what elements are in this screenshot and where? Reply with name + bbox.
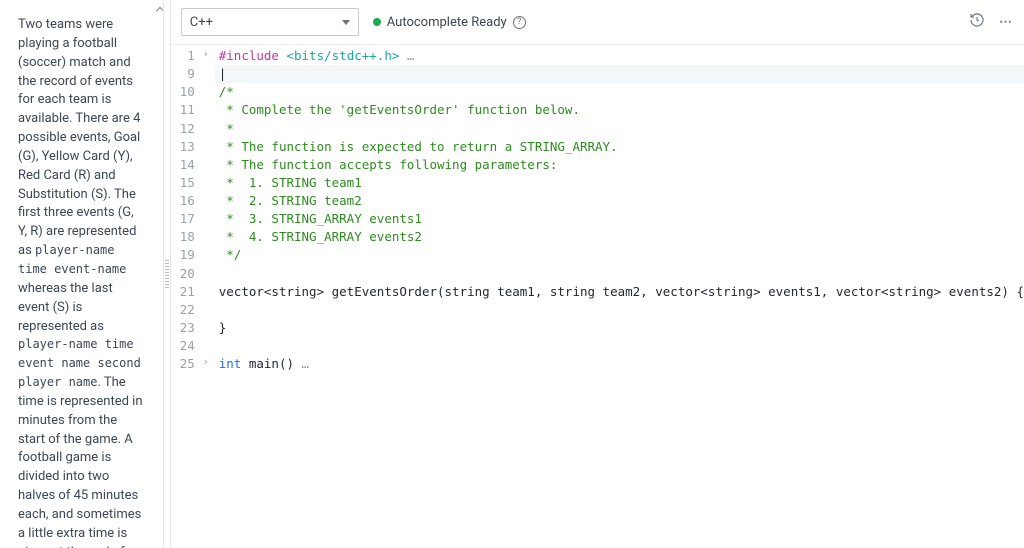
line-number: 13 — [171, 138, 203, 156]
code-content[interactable]: vector<string> getEventsOrder(string tea… — [215, 283, 1024, 301]
fold-toggle-icon — [203, 83, 215, 101]
code-line[interactable]: 25›int main() … — [171, 355, 1024, 373]
code-content[interactable]: */ — [215, 246, 1024, 264]
code-line[interactable]: 11 * Complete the 'getEventsOrder' funct… — [171, 101, 1024, 119]
line-number: 20 — [171, 265, 203, 283]
code-content[interactable]: /* — [215, 83, 1024, 101]
code-content[interactable]: * 2. STRING team2 — [215, 192, 1024, 210]
grip-icon — [165, 260, 169, 288]
code-content[interactable]: * 1. STRING team1 — [215, 174, 1024, 192]
fold-toggle-icon — [203, 319, 215, 337]
fold-toggle-icon — [203, 65, 215, 83]
line-number: 9 — [171, 65, 203, 83]
fold-toggle-icon — [203, 283, 215, 301]
autocomplete-status: Autocomplete Ready ? — [373, 15, 526, 30]
line-number: 17 — [171, 210, 203, 228]
code-content[interactable]: * 3. STRING_ARRAY events1 — [215, 210, 1024, 228]
code-content[interactable]: * The function accepts following paramet… — [215, 156, 1024, 174]
code-line[interactable]: 15 * 1. STRING team1 — [171, 174, 1024, 192]
editor-toolbar: C++ Autocomplete Ready ? ⋯ — [171, 0, 1024, 45]
status-text: Autocomplete Ready — [387, 15, 507, 30]
code-line[interactable]: 22 — [171, 301, 1024, 319]
line-number: 16 — [171, 192, 203, 210]
code-line[interactable]: 24 — [171, 337, 1024, 355]
code-line[interactable]: 1›#include <bits/stdc++.h> … — [171, 47, 1024, 65]
code-editor[interactable]: 1›#include <bits/stdc++.h> …9|10/*11 * C… — [171, 45, 1024, 548]
line-number: 15 — [171, 174, 203, 192]
line-number: 25 — [171, 355, 203, 373]
line-number: 18 — [171, 228, 203, 246]
code-line[interactable]: 12 * — [171, 120, 1024, 138]
line-number: 23 — [171, 319, 203, 337]
code-line[interactable]: 23} — [171, 319, 1024, 337]
line-number: 21 — [171, 283, 203, 301]
line-number: 22 — [171, 301, 203, 319]
code-content[interactable] — [215, 265, 1024, 283]
code-content[interactable]: * Complete the 'getEventsOrder' function… — [215, 101, 1024, 119]
fold-toggle-icon[interactable]: › — [203, 355, 215, 373]
fold-toggle-icon — [203, 228, 215, 246]
code-content[interactable]: #include <bits/stdc++.h> … — [215, 47, 1024, 65]
line-number: 1 — [171, 47, 203, 65]
fold-toggle-icon — [203, 138, 215, 156]
code-content[interactable]: * The function is expected to return a S… — [215, 138, 1024, 156]
code-content[interactable]: | — [215, 65, 1024, 83]
code-line[interactable]: 20 — [171, 265, 1024, 283]
fold-toggle-icon — [203, 301, 215, 319]
language-select-value: C++ — [190, 15, 213, 30]
code-line[interactable]: 14 * The function accepts following para… — [171, 156, 1024, 174]
problem-paragraph-1: Two teams were playing a football (socce… — [18, 16, 145, 548]
chevron-down-icon — [342, 20, 350, 25]
fold-toggle-icon — [203, 246, 215, 264]
code-line[interactable]: 13 * The function is expected to return … — [171, 138, 1024, 156]
text-cursor: | — [219, 66, 227, 81]
code-line[interactable]: 17 * 3. STRING_ARRAY events1 — [171, 210, 1024, 228]
code-line[interactable]: 9| — [171, 65, 1024, 83]
language-select[interactable]: C++ — [181, 8, 359, 36]
fold-toggle-icon — [203, 101, 215, 119]
line-number: 10 — [171, 83, 203, 101]
info-icon[interactable]: ? — [513, 16, 526, 29]
problem-description-panel: Two teams were playing a football (socce… — [0, 0, 163, 548]
fold-toggle-icon — [203, 210, 215, 228]
fold-toggle-icon — [203, 192, 215, 210]
fold-toggle-icon — [203, 337, 215, 355]
code-content[interactable]: * — [215, 120, 1024, 138]
code-line[interactable]: 21 vector<string> getEventsOrder(string t… — [171, 283, 1024, 301]
scroll-up-hint — [156, 7, 163, 15]
fold-toggle-icon — [203, 120, 215, 138]
fold-toggle-icon — [203, 265, 215, 283]
code-content[interactable] — [215, 301, 1024, 319]
code-line[interactable]: 18 * 4. STRING_ARRAY events2 — [171, 228, 1024, 246]
editor-panel: C++ Autocomplete Ready ? ⋯ 1›#include <b… — [170, 0, 1024, 548]
line-number: 14 — [171, 156, 203, 174]
status-dot-icon — [373, 18, 381, 26]
history-icon[interactable] — [969, 12, 985, 32]
code-line[interactable]: 16 * 2. STRING team2 — [171, 192, 1024, 210]
line-number: 24 — [171, 337, 203, 355]
line-number: 12 — [171, 120, 203, 138]
more-icon[interactable]: ⋯ — [999, 15, 1014, 30]
code-line[interactable]: 10 /* — [171, 83, 1024, 101]
code-line[interactable]: 19 */ — [171, 246, 1024, 264]
line-number: 11 — [171, 101, 203, 119]
fold-toggle-icon — [203, 156, 215, 174]
code-content[interactable]: } — [215, 319, 1024, 337]
fold-toggle-icon[interactable]: › — [203, 47, 215, 65]
line-number: 19 — [171, 246, 203, 264]
fold-toggle-icon — [203, 174, 215, 192]
code-content[interactable]: * 4. STRING_ARRAY events2 — [215, 228, 1024, 246]
code-content[interactable]: int main() … — [215, 355, 1024, 373]
code-content[interactable] — [215, 337, 1024, 355]
panel-resize-handle[interactable] — [163, 0, 170, 548]
